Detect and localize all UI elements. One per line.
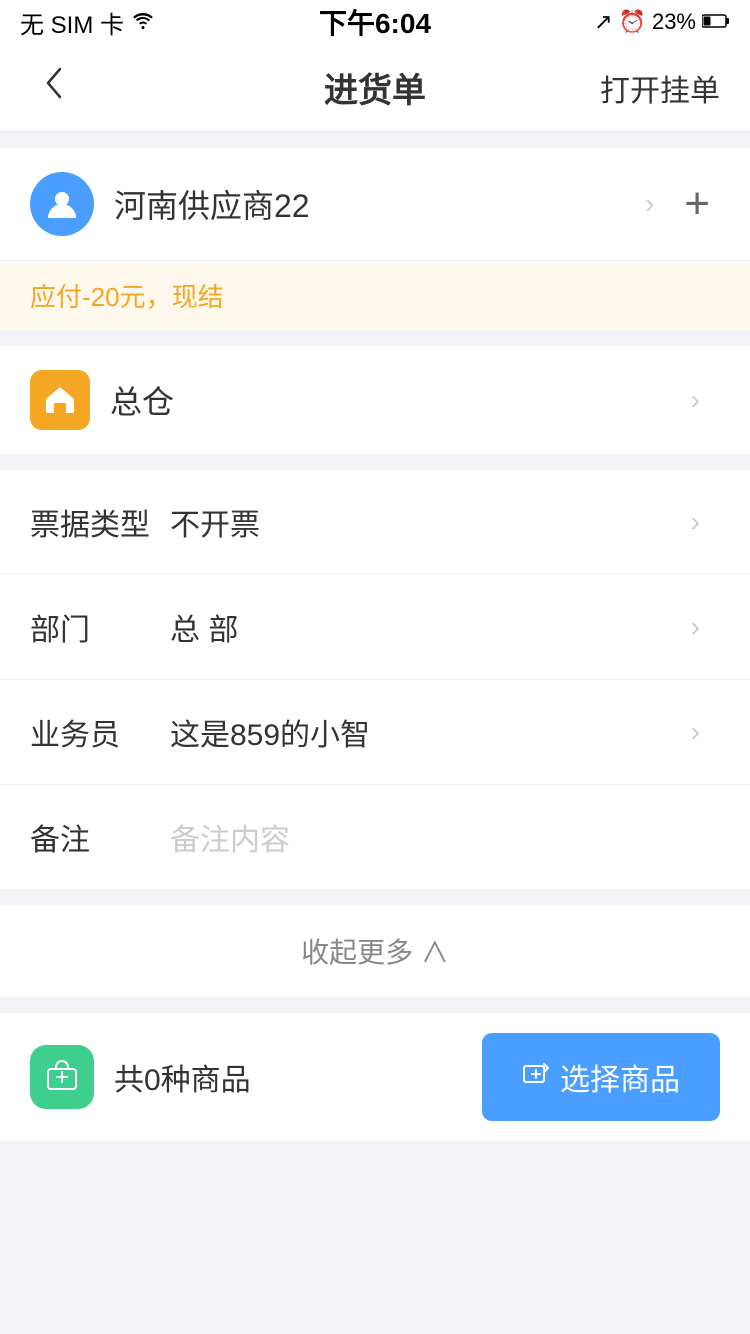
warehouse-row[interactable]: 总仓 › <box>0 346 750 454</box>
supplier-name: 河南供应商22 <box>114 181 645 227</box>
remark-row[interactable]: 备注 备注内容 <box>0 785 750 889</box>
ticket-type-chevron-icon: › <box>691 506 700 538</box>
salesperson-label: 业务员 <box>30 710 170 754</box>
salesperson-value: 这是859的小智 <box>170 710 691 754</box>
nav-bar: 进货单 打开挂单 <box>0 44 750 132</box>
supplier-row[interactable]: 河南供应商22 › + <box>0 148 750 261</box>
ticket-type-label: 票据类型 <box>30 500 170 544</box>
salesperson-row[interactable]: 业务员 这是859的小智 › <box>0 680 750 785</box>
product-icon <box>30 1045 94 1109</box>
bottom-bar: 共0种商品 选择商品 <box>0 1013 750 1141</box>
warehouse-chevron-icon: › <box>691 384 700 416</box>
salesperson-chevron-icon: › <box>691 716 700 748</box>
notice-bar: 应付-20元，现结 <box>0 261 750 330</box>
carrier-label: 无 SIM 卡 <box>20 5 124 40</box>
select-product-label: 选择商品 <box>560 1055 680 1099</box>
product-count: 共0种商品 <box>114 1055 462 1099</box>
add-supplier-button[interactable]: + <box>674 179 720 229</box>
back-button[interactable] <box>30 51 78 124</box>
status-bar: 无 SIM 卡 下午6:04 ↗ ⏰ 23% <box>0 0 750 44</box>
status-left: 无 SIM 卡 <box>20 5 154 40</box>
status-right: ↗ ⏰ 23% <box>594 9 730 35</box>
notice-text: 应付-20元，现结 <box>30 282 224 312</box>
main-content: 河南供应商22 › + 应付-20元，现结 总仓 › <box>0 148 750 1141</box>
page-title: 进货单 <box>324 63 426 112</box>
supplier-chevron-icon: › <box>645 188 654 220</box>
remark-label: 备注 <box>30 815 170 859</box>
ticket-type-row[interactable]: 票据类型 不开票 › <box>0 470 750 575</box>
supplier-avatar <box>30 172 94 236</box>
location-icon: ↗ <box>594 9 612 35</box>
alarm-icon: ⏰ <box>619 9 646 35</box>
select-product-icon <box>522 1060 550 1095</box>
warehouse-icon <box>30 370 90 430</box>
open-pending-button[interactable]: 打开挂单 <box>600 66 720 110</box>
ticket-type-value: 不开票 <box>170 500 691 544</box>
remark-input[interactable]: 备注内容 <box>170 815 720 859</box>
department-row[interactable]: 部门 总 部 › <box>0 575 750 680</box>
wifi-icon <box>132 8 154 36</box>
battery-icon <box>702 9 730 35</box>
select-product-button[interactable]: 选择商品 <box>482 1033 720 1121</box>
status-time: 下午6:04 <box>319 2 431 42</box>
department-label: 部门 <box>30 605 170 649</box>
warehouse-name: 总仓 <box>110 377 691 423</box>
warehouse-card: 总仓 › <box>0 346 750 454</box>
collapse-label: 收起更多 ∧ <box>301 937 449 968</box>
department-chevron-icon: › <box>691 611 700 643</box>
form-card: 票据类型 不开票 › 部门 总 部 › 业务员 这是859的小智 › 备注 备注… <box>0 470 750 889</box>
supplier-card: 河南供应商22 › + 应付-20元，现结 <box>0 148 750 330</box>
department-value: 总 部 <box>170 605 691 649</box>
collapse-bar[interactable]: 收起更多 ∧ <box>0 905 750 997</box>
battery-label: 23% <box>652 9 696 35</box>
